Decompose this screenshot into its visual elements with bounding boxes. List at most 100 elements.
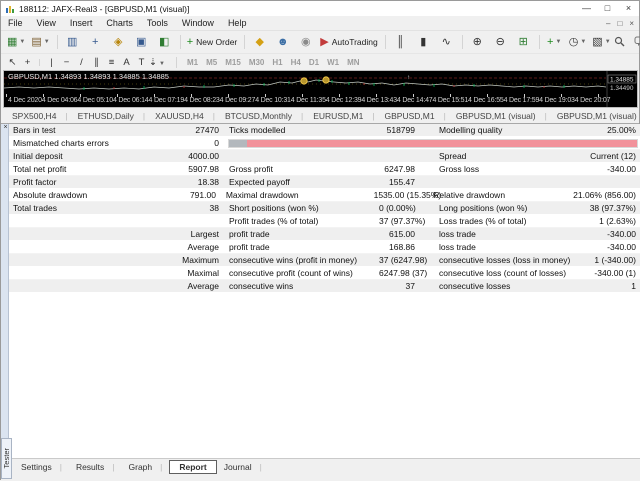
report-cell-label: Profit trades (% of total) xyxy=(229,216,319,226)
report-row[interactable]: Profit factor 18.38 Expected payoff 155.… xyxy=(9,176,640,189)
periods-icon[interactable]: ◷ ▼ xyxy=(567,33,589,51)
report-cell-value: 0 (0.00%) xyxy=(379,203,416,213)
tester-tab[interactable]: GBPUSD,M1 (visual) xyxy=(552,110,640,122)
timeframe-button[interactable]: D1 xyxy=(305,57,323,68)
trade-marker-icon xyxy=(322,76,330,84)
candlestick-icon[interactable]: ▮ ▼ xyxy=(413,33,434,51)
trendline-icon[interactable]: /▼ xyxy=(74,57,89,68)
tester-bottom-tab[interactable]: Graph xyxy=(122,461,170,473)
chat-icon[interactable] xyxy=(634,36,640,47)
menu-item[interactable]: Tools xyxy=(140,18,175,28)
timeframe-button[interactable]: M15 xyxy=(221,57,245,68)
tester-panel-vertical-tab[interactable]: Tester xyxy=(1,438,12,479)
mdi-restore-button[interactable]: □ xyxy=(617,19,622,28)
data-window-icon[interactable]: + ▼ xyxy=(85,33,106,51)
menu-item[interactable]: Charts xyxy=(99,18,140,28)
mql5-community-icon[interactable]: ☻ ▼ xyxy=(272,33,293,51)
navigator-icon[interactable]: ◈ ▼ xyxy=(108,33,129,51)
horizontal-line-icon[interactable]: −▼ xyxy=(59,57,74,68)
tester-tab[interactable]: SPX500,H4 xyxy=(7,110,73,122)
equidistant-channel-icon[interactable]: ∥▼ xyxy=(89,57,104,68)
vertical-line-icon[interactable]: |▼ xyxy=(39,57,59,68)
report-cell-value: 1 (2.63%) xyxy=(599,216,636,226)
zoom-in-icon[interactable]: ⊕ ▼ xyxy=(461,33,488,51)
tester-tab[interactable]: XAUUSD,H4 xyxy=(150,110,220,122)
zoom-out-icon[interactable]: ⊖ ▼ xyxy=(490,33,511,51)
cursor-icon[interactable]: ↖▼ xyxy=(5,57,20,68)
minimize-button[interactable]: — xyxy=(576,1,597,16)
fibonacci-icon[interactable]: ≡▼ xyxy=(104,57,119,68)
tester-tab[interactable]: GBPUSD,M1 (visual) xyxy=(451,110,552,122)
report-row[interactable]: Profit trades (% of total) 37 (97.37%) L… xyxy=(9,215,640,228)
time-axis-label: 4 Dec 08:23 xyxy=(184,97,220,104)
templates-icon[interactable]: ▧ ▼ xyxy=(590,33,612,51)
tester-bottom-tab[interactable]: Results xyxy=(69,461,122,473)
crosshair-icon[interactable]: +▼ xyxy=(20,57,35,68)
report-row[interactable]: Maximal consecutive profit (count of win… xyxy=(9,267,640,280)
autotrading-icon[interactable]: ▶ AutoTrading ▼ xyxy=(318,33,379,51)
report-cell-label: Mismatched charts errors xyxy=(13,138,109,148)
strategy-tester-icon[interactable]: ◧ ▼ xyxy=(154,33,175,51)
report-row[interactable]: Total net profit 5907.98 Gross profit 62… xyxy=(9,163,640,176)
tester-bottom-tab[interactable]: Report xyxy=(169,460,217,474)
market-watch-icon[interactable]: ▥ ▼ xyxy=(56,33,83,51)
main-toolbar: ▦ ▼ ▤ ▼ ▥ ▼ + ▼ ◈ ▼ ▣ ▼ ◧ ▼ + New Order … xyxy=(1,30,640,54)
menu-item[interactable]: Window xyxy=(175,18,221,28)
time-axis-label: 4 Dec 13:43 xyxy=(361,97,397,104)
report-row[interactable]: Absolute drawdown 791.00 Maximal drawdow… xyxy=(9,189,640,202)
timeframe-button[interactable]: H1 xyxy=(268,57,286,68)
tester-tab[interactable]: EURUSD,M1 xyxy=(308,110,379,122)
mdi-minimize-button[interactable]: – xyxy=(606,19,610,28)
tester-panel-label: Tester xyxy=(2,448,11,469)
terminal-icon[interactable]: ▣ ▼ xyxy=(131,33,152,51)
tester-bottom-tab[interactable]: Settings xyxy=(14,461,69,473)
report-row[interactable]: Bars in test 27470 Ticks modelled 518799… xyxy=(9,124,640,137)
report-cell-label: Maximal drawdown xyxy=(225,190,299,200)
new-order-icon[interactable]: + New Order ▼ xyxy=(179,33,240,51)
arrows-icon[interactable]: ⇣ ▼ xyxy=(149,57,165,68)
report-cell-value: 1 xyxy=(631,281,636,291)
report-cell-value: 6247.98 (37) xyxy=(379,268,428,278)
search-icon[interactable] xyxy=(614,36,625,47)
report-cell-value: 37 (97.37%) xyxy=(379,216,426,226)
bar-chart-icon[interactable]: ║ ▼ xyxy=(384,33,411,51)
market-icon[interactable]: ◉ ▼ xyxy=(295,33,316,51)
tester-close-icon[interactable]: × xyxy=(2,124,9,132)
indicators-icon[interactable]: + ▼ xyxy=(538,33,565,51)
report-row[interactable]: Initial deposit 4000.00 Spread Current (… xyxy=(9,150,640,163)
tester-bottom-tab[interactable]: Journal xyxy=(217,461,269,473)
report-row[interactable]: Average profit trade 168.86 loss trade -… xyxy=(9,241,640,254)
timeframe-button[interactable]: H4 xyxy=(287,57,305,68)
mdi-close-button[interactable]: × xyxy=(629,19,634,28)
report-row[interactable]: Maximum consecutive wins (profit in mone… xyxy=(9,254,640,267)
expert-advisors-icon[interactable]: ◆ ▼ xyxy=(244,33,270,51)
timeframe-button[interactable]: M30 xyxy=(245,57,269,68)
report-row[interactable]: Largest profit trade 615.00 loss trade -… xyxy=(9,228,640,241)
price-scale-label: 1.34490 xyxy=(610,85,634,92)
menu-item[interactable]: File xyxy=(1,18,30,28)
tester-tab[interactable]: ETHUSD,Daily xyxy=(73,110,150,122)
timeframe-button[interactable]: M5 xyxy=(202,57,221,68)
tester-tab[interactable]: GBPUSD,M1 xyxy=(380,110,451,122)
report-row[interactable]: Average consecutive wins 37 consecutive … xyxy=(9,280,640,293)
timeframe-button[interactable]: MN xyxy=(343,57,363,68)
report-cell-value: Maximum xyxy=(182,255,219,265)
maximize-button[interactable]: □ xyxy=(597,1,618,16)
report-cell-label: Modelling quality xyxy=(439,125,503,135)
timeframe-button[interactable]: M1 xyxy=(183,57,202,68)
tile-windows-icon[interactable]: ⊞ ▼ xyxy=(513,33,534,51)
menu-item[interactable]: Insert xyxy=(63,18,100,28)
new-chart-icon[interactable]: ▦ ▼ xyxy=(5,33,27,51)
line-chart-icon[interactable]: ∿ ▼ xyxy=(436,33,457,51)
text-icon[interactable]: A▼ xyxy=(119,57,134,68)
text-label-icon[interactable]: T▼ xyxy=(134,57,149,68)
profiles-icon[interactable]: ▤ ▼ xyxy=(29,33,51,51)
report-cell-value: 21.06% (856.00) xyxy=(573,190,636,200)
tester-tab[interactable]: BTCUSD,Monthly xyxy=(220,110,308,122)
close-button[interactable]: × xyxy=(618,1,639,16)
menu-item[interactable]: Help xyxy=(221,18,254,28)
report-row[interactable]: Total trades 38 Short positions (won %) … xyxy=(9,202,640,215)
menu-item[interactable]: View xyxy=(30,18,63,28)
chart-window[interactable]: ↑ 1.34885 1.34490 GBPUSD,M1 1.34893 1.34… xyxy=(3,70,638,108)
timeframe-button[interactable]: W1 xyxy=(323,57,343,68)
